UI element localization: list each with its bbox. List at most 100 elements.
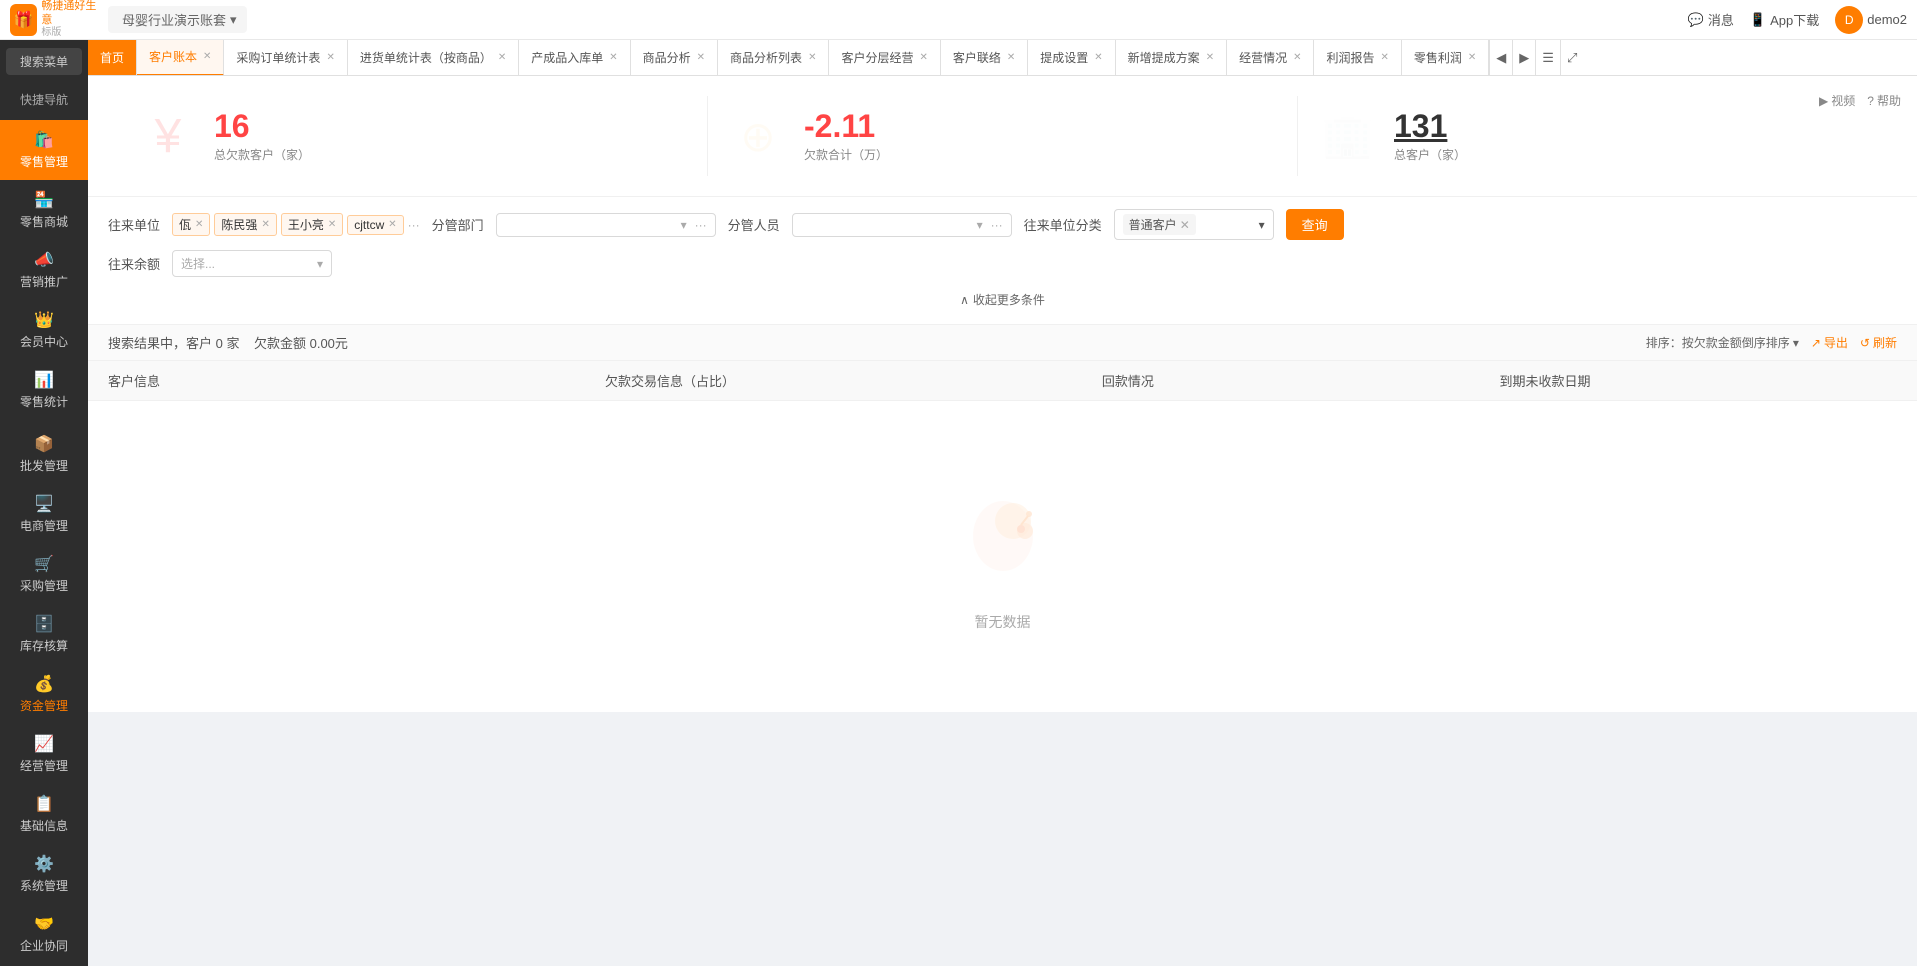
help-btn[interactable]: ? 帮助	[1867, 92, 1901, 109]
refresh-btn[interactable]: ↺ 刷新	[1860, 334, 1897, 351]
sidebar-item-inventory[interactable]: 🗄️ 库存核算	[0, 604, 88, 664]
sidebar-item-wholesale[interactable]: 📦 批发管理	[0, 424, 88, 484]
collapse-row: ∧ 收起更多条件	[108, 287, 1897, 312]
logo-icon: 🎁	[10, 4, 37, 36]
query-btn[interactable]: 查询	[1286, 209, 1344, 240]
video-help-btn[interactable]: ▶ 视频	[1819, 92, 1855, 109]
sidebar-item-retail-stats[interactable]: 📊 零售统计	[0, 360, 88, 420]
sort-btn[interactable]: 排序：按欠款金额倒序排序 ▾	[1646, 334, 1799, 351]
sidebar-search-area: 搜索菜单	[0, 40, 88, 83]
user-avatar-btn[interactable]: D demo2	[1835, 6, 1907, 34]
stat-value-1: 16	[214, 110, 310, 142]
tab-close-cost-in[interactable]: ✕	[609, 52, 617, 63]
operations-icon: 📈	[34, 734, 54, 754]
stat-info-2: -2.11 欠款合计（万）	[804, 110, 888, 163]
tab-close-operation[interactable]: ✕	[1293, 52, 1301, 63]
sidebar-item-retail[interactable]: 🛍️ 零售管理	[0, 120, 88, 180]
sidebar-item-basic-info[interactable]: 📋 基础信息	[0, 784, 88, 844]
marketing-icon: 📣	[34, 250, 54, 270]
sidebar-item-retail-shop[interactable]: 🏪 零售商城	[0, 180, 88, 240]
logo-area: 🎁 畅捷通好生意 标版	[10, 0, 98, 38]
tab-close-customer-tier[interactable]: ✕	[919, 52, 927, 63]
filter-more-btn[interactable]: ···	[408, 218, 420, 232]
col-header-debt: 欠款交易信息（占比）	[605, 371, 1102, 390]
tab-close-customer-account[interactable]: ✕	[203, 51, 211, 62]
sidebar-item-finance[interactable]: 💰 资金管理	[0, 664, 88, 724]
search-menu-btn[interactable]: 搜索菜单	[6, 48, 82, 75]
stat-info-3: 131 总客户（家）	[1394, 110, 1466, 163]
sort-icon: ▾	[1793, 336, 1799, 350]
stat-icon-1: ¥	[138, 106, 198, 166]
person-dropdown[interactable]: ▾ ···	[792, 213, 1012, 237]
tab-close-new-tips[interactable]: ✕	[1206, 52, 1214, 63]
business-unit-label: 往来单位	[108, 215, 160, 234]
tab-nav-next[interactable]: ▶	[1512, 40, 1535, 76]
tab-goods-analysis[interactable]: 商品分析 ✕	[631, 40, 718, 76]
account-dropdown[interactable]: 母婴行业演示账套 ▾	[108, 6, 247, 33]
tab-purchase-order[interactable]: 采购订单统计表 ✕	[224, 40, 347, 76]
balance-dropdown[interactable]: 选择... ▾	[172, 250, 332, 277]
wholesale-icon: 📦	[34, 434, 54, 454]
tab-close-purchase-order[interactable]: ✕	[326, 52, 334, 63]
stat-label-3: 总客户（家）	[1394, 146, 1466, 163]
tab-operation[interactable]: 经营情况 ✕	[1227, 40, 1314, 76]
tab-goods-analysis-list[interactable]: 商品分析列表 ✕	[718, 40, 829, 76]
col-header-customer: 客户信息	[108, 371, 605, 390]
tab-customer-tier[interactable]: 客户分层经营 ✕	[829, 40, 940, 76]
tab-stock-in-stats[interactable]: 进货单统计表（按商品） ✕	[348, 40, 519, 76]
tab-customer-contact[interactable]: 客户联络 ✕	[941, 40, 1028, 76]
tab-nav-prev[interactable]: ◀	[1489, 40, 1512, 76]
inventory-icon: 🗄️	[34, 614, 54, 634]
tab-close-customer-contact[interactable]: ✕	[1007, 52, 1015, 63]
messages-btn[interactable]: 💬 消息	[1688, 10, 1734, 29]
tab-close-tips-settings[interactable]: ✕	[1094, 52, 1102, 63]
export-btn[interactable]: ↗ 导出	[1811, 334, 1848, 351]
tab-retail-profit[interactable]: 零售利润 ✕	[1402, 40, 1489, 76]
balance-dropdown-arrow: ▾	[317, 257, 323, 271]
tab-profit-report[interactable]: 利润报告 ✕	[1314, 40, 1401, 76]
tab-bar: 首页 客户账本 ✕ 采购订单统计表 ✕ 进货单统计表（按商品） ✕ 产成品入库单…	[88, 40, 1917, 76]
content-area: 首页 客户账本 ✕ 采购订单统计表 ✕ 进货单统计表（按商品） ✕ 产成品入库单…	[88, 40, 1917, 966]
tab-home[interactable]: 首页	[88, 40, 137, 76]
video-icon: ▶	[1819, 94, 1828, 108]
sidebar-item-operations[interactable]: 📈 经营管理	[0, 724, 88, 784]
person-dropdown-arrow: ▾	[977, 218, 983, 232]
top-bar-right: 💬 消息 📱 App下载 D demo2	[1688, 6, 1907, 34]
filter-tag-1-close[interactable]: ✕	[261, 219, 269, 230]
person-dropdown-more: ···	[991, 218, 1003, 232]
dept-dropdown[interactable]: ▾ ···	[496, 213, 716, 237]
retail-shop-icon: 🏪	[34, 190, 54, 210]
message-icon: 💬	[1688, 12, 1704, 28]
main-layout: 搜索菜单 快捷导航 🛍️ 零售管理 🏪 零售商城 📣 营销推广 👑 会员中心 �	[0, 40, 1917, 966]
sidebar-item-ecommerce[interactable]: 🖥️ 电商管理	[0, 484, 88, 544]
tab-close-goods-analysis-list[interactable]: ✕	[808, 52, 816, 63]
quick-nav-btn[interactable]: 快捷导航	[0, 83, 88, 116]
app-download-btn[interactable]: 📱 App下载	[1750, 10, 1819, 29]
unit-category-tag-close[interactable]: ✕	[1180, 218, 1190, 232]
tab-close-stock-in-stats[interactable]: ✕	[498, 52, 506, 63]
tab-close-retail-profit[interactable]: ✕	[1468, 52, 1476, 63]
sidebar-item-system[interactable]: ⚙️ 系统管理	[0, 844, 88, 904]
filter-tag-0: 佤 ✕	[172, 213, 210, 236]
top-bar: 🎁 畅捷通好生意 标版 母婴行业演示账套 ▾ 💬 消息 📱 App下载 D de…	[0, 0, 1917, 40]
sidebar-item-marketing[interactable]: 📣 营销推广	[0, 240, 88, 300]
filter-tag-2-close[interactable]: ✕	[328, 219, 336, 230]
collapse-btn[interactable]: ∧ 收起更多条件	[948, 287, 1057, 312]
col-header-payment: 回款情况	[1102, 371, 1500, 390]
unit-category-select[interactable]: 普通客户 ✕ ▾	[1114, 209, 1274, 240]
tab-new-tips[interactable]: 新增提成方案 ✕	[1116, 40, 1227, 76]
sidebar-item-purchase[interactable]: 🛒 采购管理	[0, 544, 88, 604]
finance-icon: 💰	[34, 674, 54, 694]
sidebar-item-member[interactable]: 👑 会员中心	[0, 300, 88, 360]
tab-customer-account[interactable]: 客户账本 ✕	[137, 40, 224, 76]
filter-tag-0-close[interactable]: ✕	[195, 219, 203, 230]
sidebar-item-enterprise-coop[interactable]: 🤝 企业协同	[0, 904, 88, 964]
tab-tips-settings[interactable]: 提成设置 ✕	[1028, 40, 1115, 76]
tab-close-goods-analysis[interactable]: ✕	[697, 52, 705, 63]
tab-nav-expand[interactable]: ⤢	[1560, 40, 1583, 76]
filter-tag-3-close[interactable]: ✕	[388, 219, 396, 230]
tab-nav-menu[interactable]: ☰	[1535, 40, 1560, 76]
tab-cost-in[interactable]: 产成品入库单 ✕	[519, 40, 630, 76]
tab-close-profit-report[interactable]: ✕	[1381, 52, 1389, 63]
purchase-icon: 🛒	[34, 554, 54, 574]
